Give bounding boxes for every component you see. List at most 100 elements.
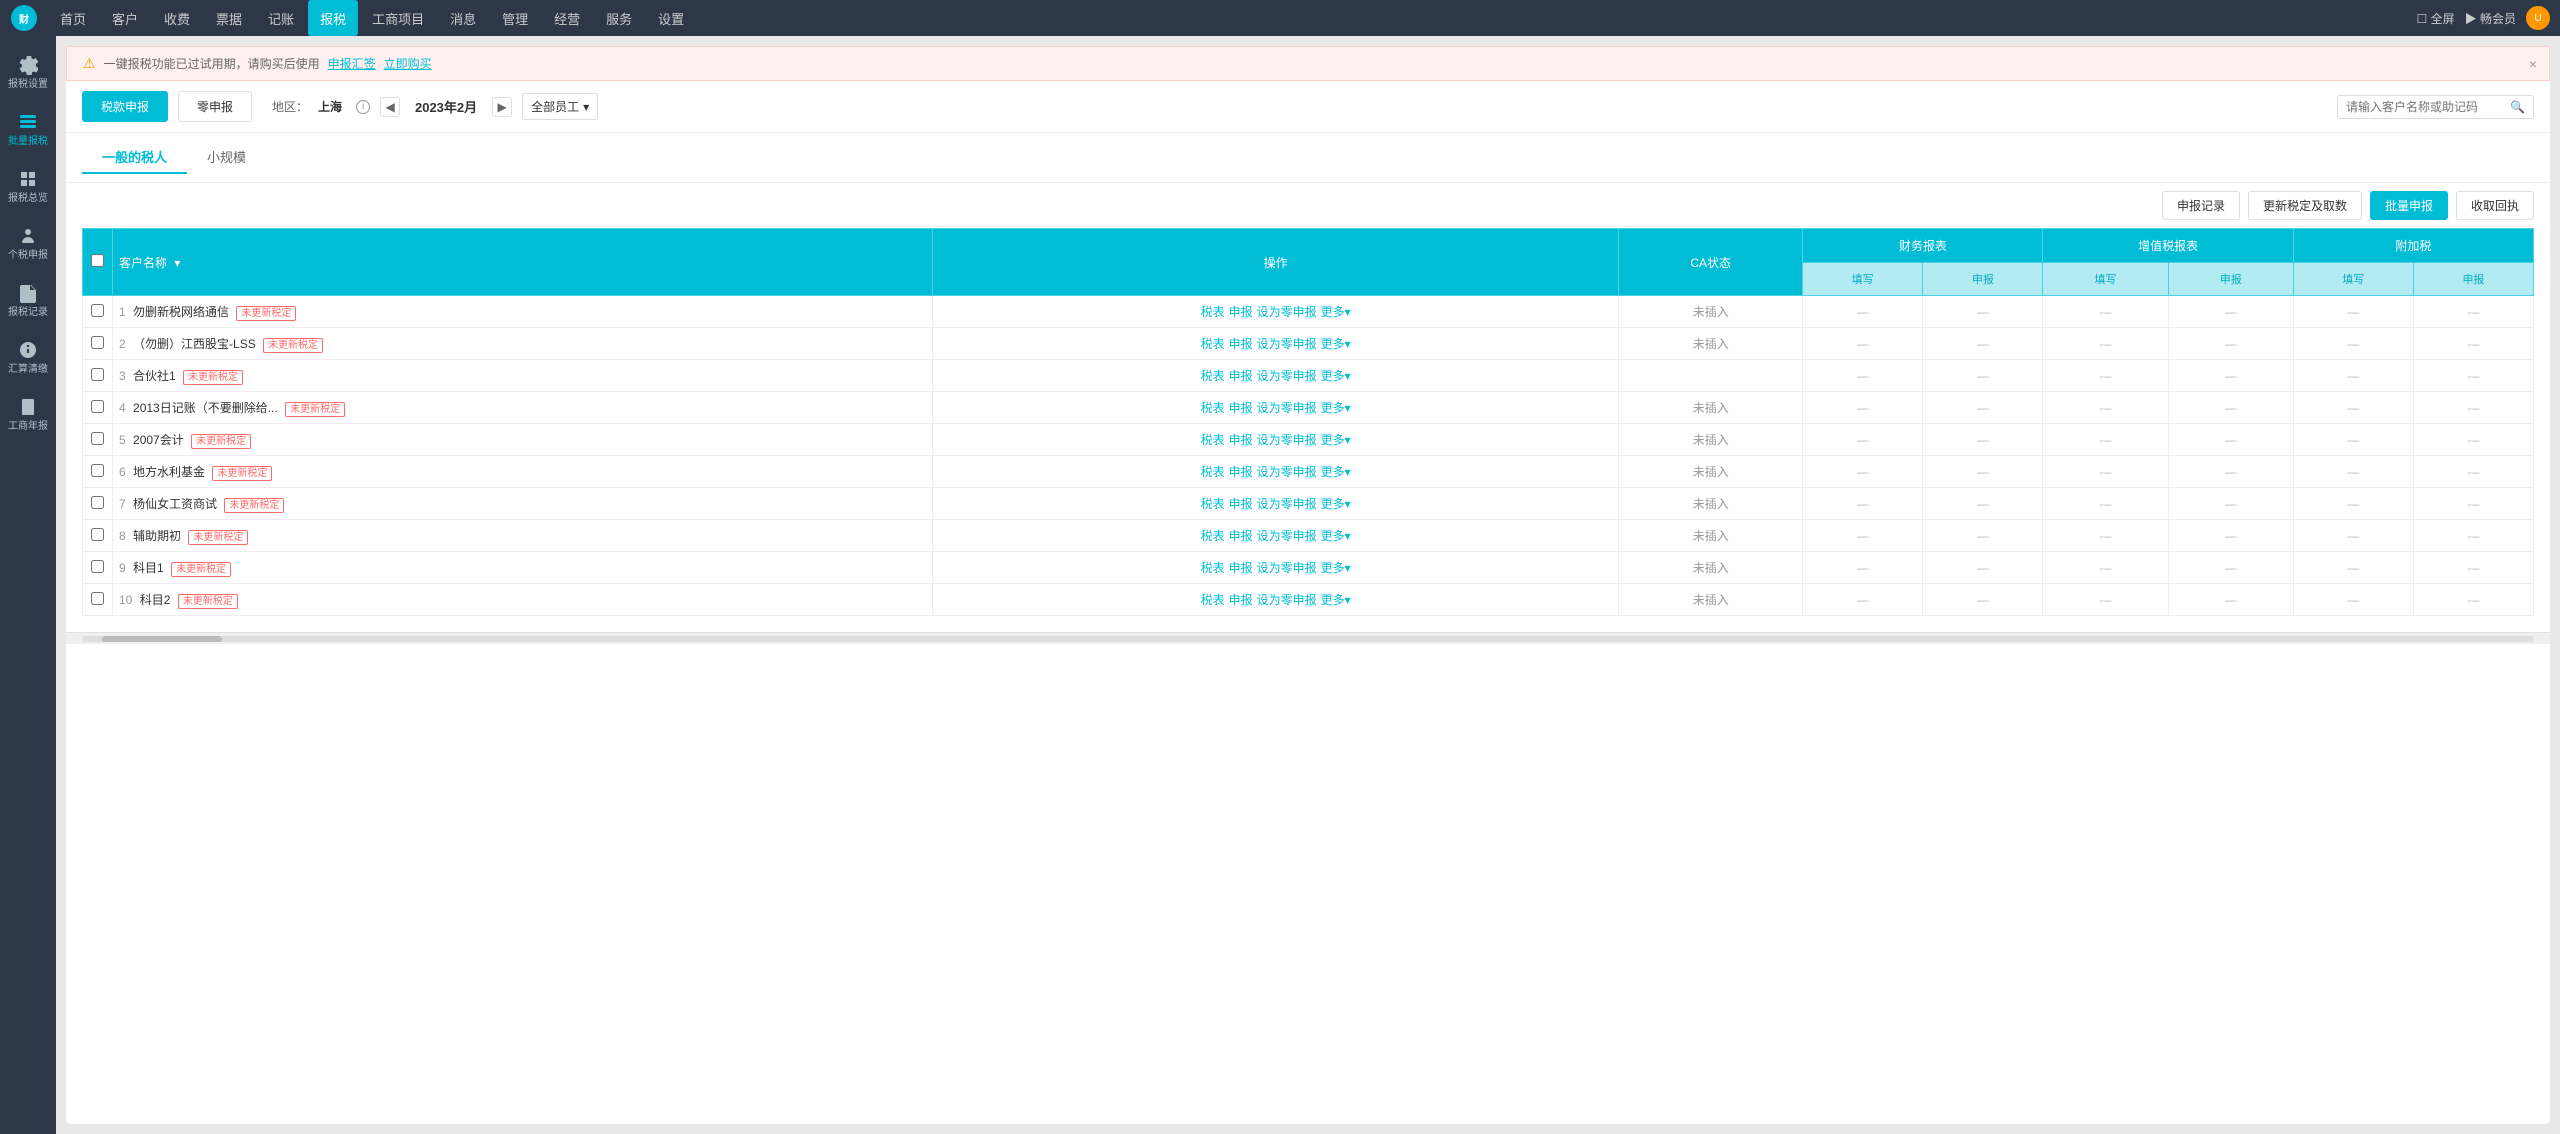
sidebar-item-annual-report[interactable]: 工商年报 <box>3 388 53 441</box>
nav-home[interactable]: 首页 <box>48 0 98 36</box>
row-checkbox-3[interactable] <box>91 400 104 413</box>
fullscreen-btn[interactable]: ☐ 全屏 <box>2417 10 2455 27</box>
op-btn-1[interactable]: 申报 <box>1229 337 1253 351</box>
op-btn-3[interactable]: 更多▾ <box>1321 561 1351 575</box>
op-btn-2[interactable]: 设为零申报 <box>1257 433 1317 447</box>
op-btn-3[interactable]: 更多▾ <box>1321 305 1351 319</box>
logo[interactable]: 财 <box>10 4 38 32</box>
op-btn-0[interactable]: 税表 <box>1201 529 1225 543</box>
sidebar-item-tax-settings[interactable]: 报税设置 <box>3 46 53 99</box>
op-btn-3[interactable]: 更多▾ <box>1321 433 1351 447</box>
row-checkbox-7[interactable] <box>91 528 104 541</box>
nav-operation[interactable]: 经营 <box>542 0 592 36</box>
op-btn-2[interactable]: 设为零申报 <box>1257 337 1317 351</box>
nav-business[interactable]: 工商项目 <box>360 0 436 36</box>
row-checkbox-5[interactable] <box>91 464 104 477</box>
op-btn-0[interactable]: 税表 <box>1201 337 1225 351</box>
row-f3: — <box>2043 520 2168 552</box>
op-btn-2[interactable]: 设为零申报 <box>1257 465 1317 479</box>
op-btn-1[interactable]: 申报 <box>1229 497 1253 511</box>
op-btn-3[interactable]: 更多▾ <box>1321 337 1351 351</box>
tab-tax-declaration[interactable]: 税款申报 <box>82 91 168 122</box>
row-checkbox-2[interactable] <box>91 368 104 381</box>
op-btn-0[interactable]: 税表 <box>1201 433 1225 447</box>
search-icon[interactable]: 🔍 <box>2510 100 2525 114</box>
row-checkbox-0[interactable] <box>91 304 104 317</box>
op-btn-1[interactable]: 申报 <box>1229 529 1253 543</box>
update-tax-btn[interactable]: 更新税定及取数 <box>2248 191 2362 220</box>
op-btn-2[interactable]: 设为零申报 <box>1257 305 1317 319</box>
row-number: 3 <box>119 369 126 383</box>
nav-message[interactable]: 消息 <box>438 0 488 36</box>
date-prev-btn[interactable]: ◀ <box>380 97 400 117</box>
top-navigation: 财 首页 客户 收费 票据 记账 报税 工商项目 消息 管理 经营 服务 设置 … <box>0 0 2560 36</box>
op-btn-3[interactable]: 更多▾ <box>1321 465 1351 479</box>
select-all-checkbox[interactable] <box>91 254 104 267</box>
op-btn-2[interactable]: 设为零申报 <box>1257 401 1317 415</box>
sub-tab-small-scale[interactable]: 小规模 <box>187 141 266 174</box>
date-next-btn[interactable]: ▶ <box>492 97 512 117</box>
op-btn-3[interactable]: 更多▾ <box>1321 401 1351 415</box>
op-btn-3[interactable]: 更多▾ <box>1321 529 1351 543</box>
op-btn-1[interactable]: 申报 <box>1229 305 1253 319</box>
op-btn-1[interactable]: 申报 <box>1229 401 1253 415</box>
client-name-text: 勿删新税网络通信 <box>133 305 229 319</box>
op-btn-1[interactable]: 申报 <box>1229 593 1253 607</box>
op-btn-0[interactable]: 税表 <box>1201 401 1225 415</box>
row-checkbox-8[interactable] <box>91 560 104 573</box>
op-btn-2[interactable]: 设为零申报 <box>1257 369 1317 383</box>
op-btn-0[interactable]: 税表 <box>1201 561 1225 575</box>
sidebar-item-tax-records[interactable]: 报税记录 <box>3 274 53 327</box>
nav-tax[interactable]: 报税 <box>308 0 358 36</box>
op-btn-3[interactable]: 更多▾ <box>1321 497 1351 511</box>
batch-declare-btn[interactable]: 批量申报 <box>2370 191 2448 220</box>
op-btn-1[interactable]: 申报 <box>1229 369 1253 383</box>
search-input[interactable] <box>2346 100 2506 114</box>
sort-icon[interactable]: ▾ <box>174 256 180 270</box>
row-checkbox-4[interactable] <box>91 432 104 445</box>
nav-invoice[interactable]: 票据 <box>204 0 254 36</box>
scroll-thumb[interactable] <box>102 636 222 642</box>
sub-tab-general[interactable]: 一般的税人 <box>82 141 187 174</box>
nav-accounting[interactable]: 记账 <box>256 0 306 36</box>
region-info-icon[interactable]: i <box>356 100 370 114</box>
collect-receipt-btn[interactable]: 收取回执 <box>2456 191 2534 220</box>
row-checkbox-9[interactable] <box>91 592 104 605</box>
op-btn-2[interactable]: 设为零申报 <box>1257 529 1317 543</box>
horizontal-scrollbar[interactable] <box>66 632 2550 644</box>
nav-service[interactable]: 服务 <box>594 0 644 36</box>
op-btn-0[interactable]: 税表 <box>1201 369 1225 383</box>
op-btn-1[interactable]: 申报 <box>1229 465 1253 479</box>
op-btn-0[interactable]: 税表 <box>1201 497 1225 511</box>
tab-zero-declaration[interactable]: 零申报 <box>178 91 252 122</box>
notice-link2[interactable]: 立即购买 <box>384 55 432 72</box>
notice-close-btn[interactable]: × <box>2529 56 2537 72</box>
row-checkbox-6[interactable] <box>91 496 104 509</box>
user-avatar[interactable]: U <box>2526 6 2550 30</box>
header-checkbox-cell <box>83 229 113 296</box>
nav-manage[interactable]: 管理 <box>490 0 540 36</box>
sidebar-item-batch-tax[interactable]: 批量报税 <box>3 103 53 156</box>
sidebar-item-settlement[interactable]: 汇算清缴 <box>3 331 53 384</box>
op-btn-2[interactable]: 设为零申报 <box>1257 593 1317 607</box>
op-btn-0[interactable]: 税表 <box>1201 305 1225 319</box>
nav-fee[interactable]: 收费 <box>152 0 202 36</box>
nav-client[interactable]: 客户 <box>100 0 150 36</box>
op-btn-3[interactable]: 更多▾ <box>1321 369 1351 383</box>
op-btn-2[interactable]: 设为零申报 <box>1257 561 1317 575</box>
member-btn[interactable]: ▶ 畅会员 <box>2465 10 2516 27</box>
op-btn-0[interactable]: 税表 <box>1201 465 1225 479</box>
op-btn-2[interactable]: 设为零申报 <box>1257 497 1317 511</box>
notice-link1[interactable]: 申报汇签 <box>328 55 376 72</box>
op-btn-0[interactable]: 税表 <box>1201 593 1225 607</box>
row-checkbox-1[interactable] <box>91 336 104 349</box>
sidebar-item-personal-tax[interactable]: 个税申报 <box>3 217 53 270</box>
op-btn-1[interactable]: 申报 <box>1229 561 1253 575</box>
declare-records-btn[interactable]: 申报记录 <box>2162 191 2240 220</box>
nav-settings[interactable]: 设置 <box>646 0 696 36</box>
op-btn-3[interactable]: 更多▾ <box>1321 593 1351 607</box>
staff-select[interactable]: 全部员工 ▾ <box>522 93 598 120</box>
row-number: 7 <box>119 497 126 511</box>
op-btn-1[interactable]: 申报 <box>1229 433 1253 447</box>
sidebar-item-tax-overview[interactable]: 报税总览 <box>3 160 53 213</box>
